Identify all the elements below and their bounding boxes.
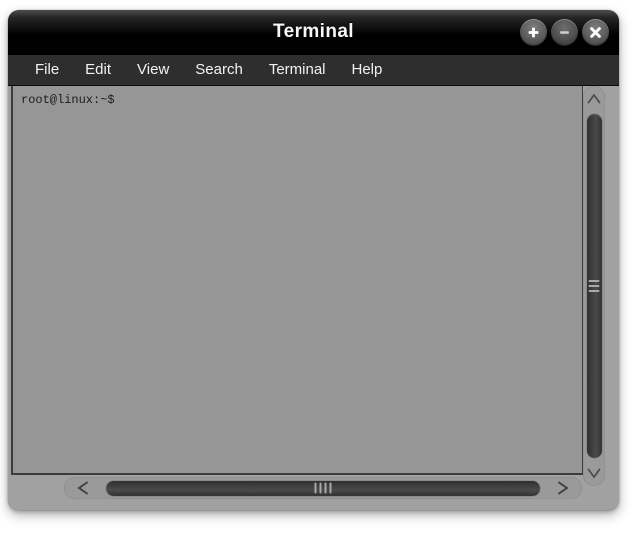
menu-item-search[interactable]: Search (182, 59, 256, 81)
vertical-scrollbar[interactable] (583, 86, 605, 486)
scroll-right-button[interactable] (542, 477, 582, 499)
terminal-window: Terminal File Edit View Search Terminal … (8, 10, 619, 510)
scroll-down-button[interactable] (583, 460, 605, 486)
scroll-up-button[interactable] (583, 86, 605, 112)
minimize-button[interactable] (551, 19, 578, 46)
menu-item-terminal[interactable]: Terminal (256, 59, 339, 81)
terminal-output-area[interactable]: root@linux:~$ (11, 86, 583, 473)
menu-item-help[interactable]: Help (339, 59, 396, 81)
desktop-background: Terminal File Edit View Search Terminal … (0, 0, 640, 533)
vertical-thumb-grip (588, 280, 600, 292)
window-controls (520, 19, 609, 46)
horizontal-scrollbar[interactable] (64, 477, 582, 499)
menu-item-edit[interactable]: Edit (72, 59, 124, 81)
close-button[interactable] (582, 19, 609, 46)
maximize-button[interactable] (520, 19, 547, 46)
horizontal-thumb-grip (314, 482, 332, 494)
menu-item-view[interactable]: View (124, 59, 182, 81)
window-titlebar[interactable]: Terminal (8, 10, 619, 55)
menu-bar: File Edit View Search Terminal Help (8, 55, 619, 86)
horizontal-scroll-thumb[interactable] (106, 480, 540, 496)
menu-item-file[interactable]: File (22, 59, 72, 81)
terminal-bottom-divider (11, 473, 583, 475)
scroll-left-button[interactable] (64, 477, 104, 499)
shell-prompt: root@linux:~$ (21, 93, 115, 107)
window-body: root@linux:~$ (8, 86, 619, 509)
vertical-scroll-thumb[interactable] (586, 114, 602, 458)
